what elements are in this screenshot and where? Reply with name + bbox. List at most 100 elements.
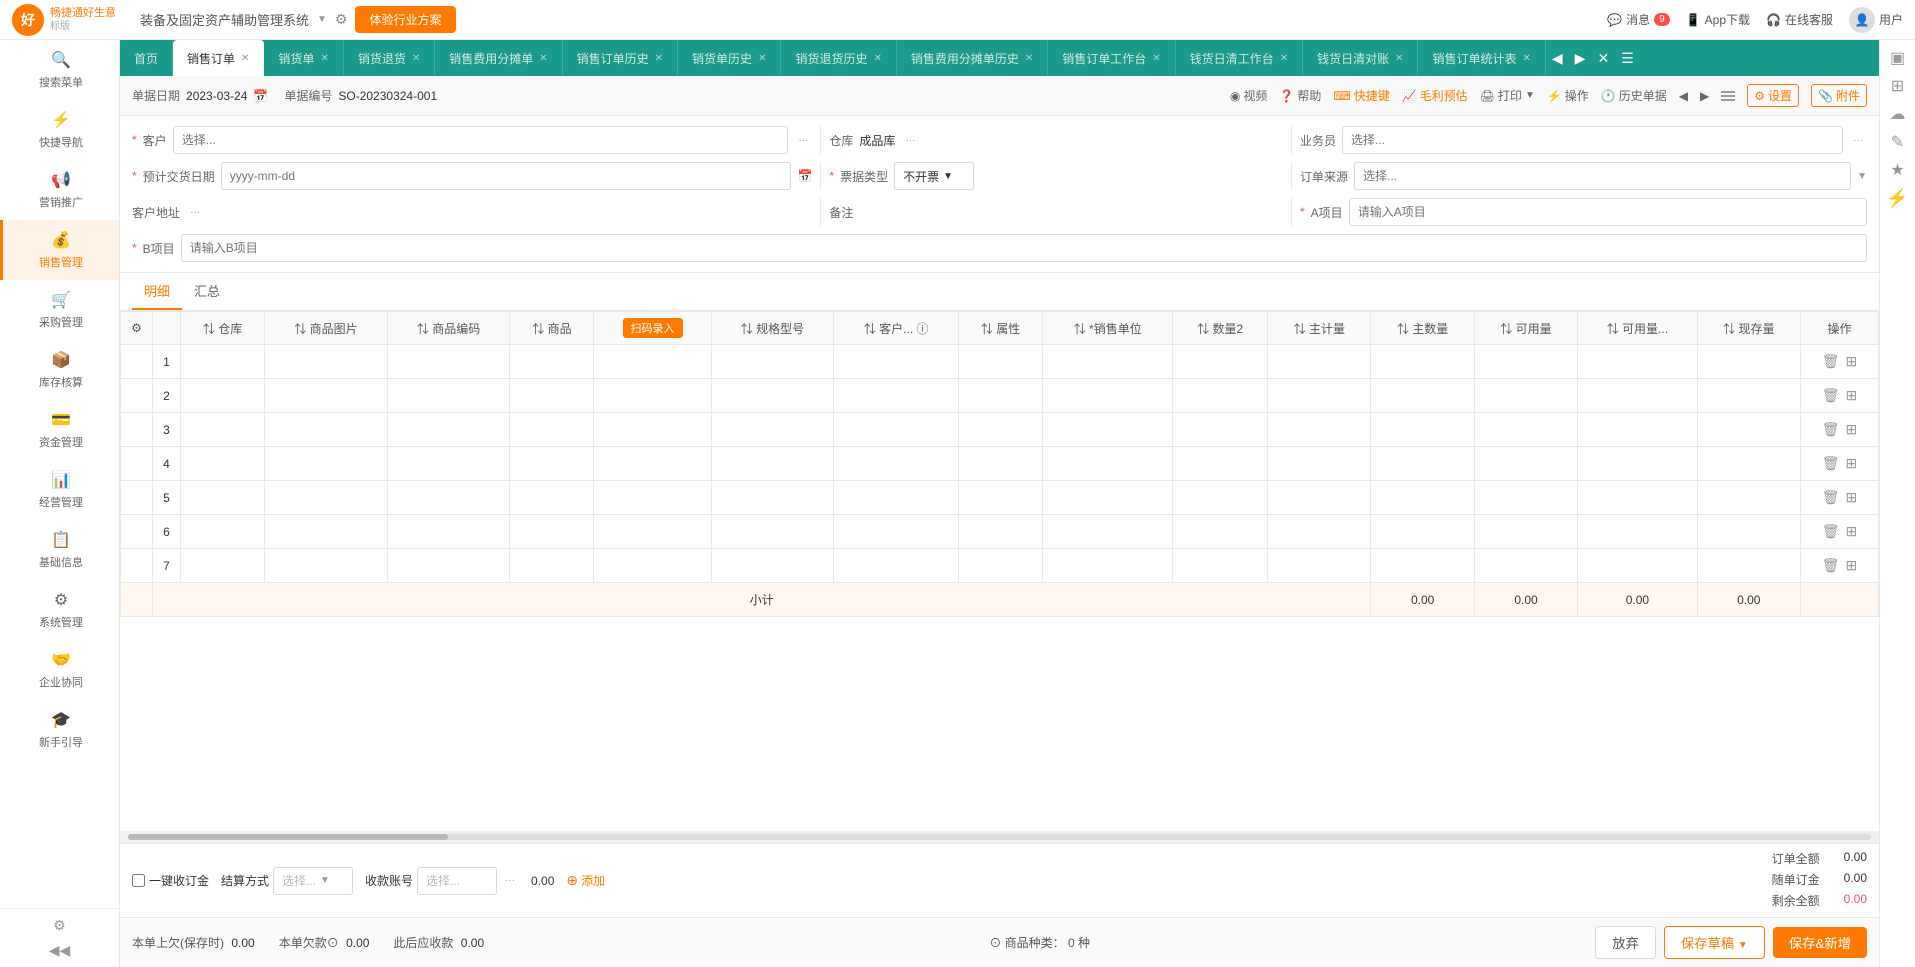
panel-icon-4[interactable]: ✎ bbox=[1891, 132, 1904, 152]
tab-close-all[interactable]: ✕ bbox=[1591, 50, 1615, 67]
close-tab-icon[interactable]: ✕ bbox=[873, 53, 881, 64]
close-tab-icon[interactable]: ✕ bbox=[1395, 53, 1403, 64]
one-key-payment-checkbox[interactable]: 一键收订金 bbox=[132, 872, 209, 889]
add-payment-button[interactable]: ⊕ 添加 bbox=[566, 872, 605, 889]
close-tab-icon[interactable]: ✕ bbox=[241, 53, 249, 64]
close-tab-icon[interactable]: ✕ bbox=[320, 53, 328, 64]
close-tab-icon[interactable]: ✕ bbox=[1025, 53, 1033, 64]
table-scrollbar[interactable] bbox=[120, 831, 1879, 843]
tab-daily-reconcile[interactable]: 钱货日清对账 ✕ bbox=[1303, 40, 1418, 76]
tab-return-history[interactable]: 销货退货历史 ✕ bbox=[781, 40, 896, 76]
a-project-input[interactable] bbox=[1349, 198, 1867, 226]
sidebar-item-quicknav[interactable]: ⚡ 快捷导航 bbox=[0, 100, 119, 160]
td-unit-2[interactable] bbox=[1043, 379, 1173, 413]
sort-icon[interactable]: ⇅ bbox=[864, 322, 876, 336]
td-code-3[interactable] bbox=[387, 413, 510, 447]
td-main-qty-3[interactable] bbox=[1371, 413, 1474, 447]
copy-row-icon[interactable]: ⊞ bbox=[1846, 489, 1858, 506]
bank-more-btn[interactable]: ··· bbox=[501, 875, 519, 886]
td-warehouse-2[interactable] bbox=[181, 379, 265, 413]
copy-row-icon[interactable]: ⊞ bbox=[1846, 353, 1858, 370]
panel-icon-1[interactable]: ▣ bbox=[1890, 48, 1905, 68]
sidebar-item-purchase[interactable]: 🛒 采购管理 bbox=[0, 280, 119, 340]
delete-row-icon[interactable]: 🗑 bbox=[1822, 557, 1840, 574]
td-warehouse-3[interactable] bbox=[181, 413, 265, 447]
tab-nav-right[interactable]: ▶ bbox=[1569, 50, 1592, 67]
tab-nav-left[interactable]: ◀ bbox=[1546, 50, 1569, 67]
online-service-button[interactable]: 🎧 在线客服 bbox=[1766, 11, 1833, 28]
attachment-button[interactable]: 📎 附件 bbox=[1811, 84, 1867, 107]
nav-next-icon[interactable]: ▶ bbox=[1700, 89, 1709, 103]
tab-order-report[interactable]: 销售订单统计表 ✕ bbox=[1418, 40, 1545, 76]
td-spec-1[interactable] bbox=[711, 345, 834, 379]
grid-view-icon[interactable] bbox=[1721, 91, 1735, 101]
sort-icon[interactable]: ⇅ bbox=[532, 322, 544, 336]
td-qty2-2[interactable] bbox=[1173, 379, 1268, 413]
history-button[interactable]: 🕐 历史单据 bbox=[1601, 87, 1667, 104]
form-settings-button[interactable]: ⚙ 设置 bbox=[1747, 84, 1799, 107]
td-customer-code-3[interactable] bbox=[834, 413, 959, 447]
td-unit-1[interactable] bbox=[1043, 345, 1173, 379]
sort-icon[interactable]: ⇅ bbox=[981, 322, 993, 336]
delivery-calendar-icon[interactable]: 📅 bbox=[797, 169, 812, 183]
tab-detail[interactable]: 明细 bbox=[132, 273, 182, 310]
sidebar-item-inventory[interactable]: 📦 库存核算 bbox=[0, 340, 119, 400]
delivery-date-input[interactable] bbox=[221, 162, 792, 190]
shortcut-button[interactable]: ⌨ 快捷键 bbox=[1333, 87, 1389, 104]
sort-icon[interactable]: ⇅ bbox=[1500, 322, 1512, 336]
td-spec-2[interactable] bbox=[711, 379, 834, 413]
td-customer-code-2[interactable] bbox=[834, 379, 959, 413]
tab-expense-history[interactable]: 销售费用分摊单历史 ✕ bbox=[897, 40, 1048, 76]
sidebar-item-sales[interactable]: 💰 销售管理 bbox=[0, 220, 119, 280]
sidebar-item-finance[interactable]: 💳 资金管理 bbox=[0, 400, 119, 460]
message-button[interactable]: 💬 消息 9 bbox=[1607, 11, 1670, 28]
help-button[interactable]: ❓ 帮助 bbox=[1279, 87, 1321, 104]
user-avatar[interactable]: 👤 用户 bbox=[1849, 7, 1903, 33]
td-main-qty-1[interactable] bbox=[1371, 345, 1474, 379]
close-tab-icon[interactable]: ✕ bbox=[539, 53, 547, 64]
one-key-checkbox-input[interactable] bbox=[132, 874, 145, 887]
td-code-2[interactable] bbox=[387, 379, 510, 413]
delete-row-icon[interactable]: 🗑 bbox=[1822, 455, 1840, 472]
sidebar-item-operations[interactable]: 📊 经营管理 bbox=[0, 460, 119, 520]
settings-bottom-icon[interactable]: ⚙ bbox=[53, 917, 66, 934]
tab-sales-order[interactable]: 销售订单 ✕ bbox=[173, 40, 264, 76]
save-draft-dropdown-icon[interactable]: ▼ bbox=[1738, 940, 1748, 951]
save-draft-button[interactable]: 保存草稿 ▼ bbox=[1664, 926, 1765, 959]
close-tab-icon[interactable]: ✕ bbox=[412, 53, 420, 64]
scan-button[interactable]: 扫码录入 bbox=[623, 318, 683, 338]
sort-icon[interactable]: ⇅ bbox=[1197, 322, 1209, 336]
sort-icon[interactable]: ⇅ bbox=[741, 322, 753, 336]
print-button[interactable]: 🖨 打印 ▼ bbox=[1480, 87, 1535, 104]
close-tab-icon[interactable]: ✕ bbox=[655, 53, 663, 64]
view-button[interactable]: ◉ 视频 bbox=[1230, 87, 1268, 104]
sort-icon[interactable]: ⇅ bbox=[203, 322, 215, 336]
td-main-qty-2[interactable] bbox=[1371, 379, 1474, 413]
sidebar-item-search[interactable]: 🔍 搜索菜单 bbox=[0, 40, 119, 100]
copy-row-icon[interactable]: ⊞ bbox=[1846, 557, 1858, 574]
sidebar-item-system[interactable]: ⚙ 系统管理 bbox=[0, 580, 119, 640]
copy-row-icon[interactable]: ⊞ bbox=[1846, 387, 1858, 404]
nav-prev-icon[interactable]: ◀ bbox=[1679, 89, 1688, 103]
col-settings-icon[interactable]: ⚙ bbox=[131, 321, 142, 335]
b-project-input[interactable] bbox=[181, 234, 1867, 262]
tab-home[interactable]: 首页 bbox=[120, 40, 173, 76]
tab-invoice-history[interactable]: 销货单历史 ✕ bbox=[678, 40, 781, 76]
sort-icon[interactable]: ⇅ bbox=[1723, 322, 1735, 336]
save-new-button[interactable]: 保存&新增 bbox=[1773, 927, 1867, 958]
invoice-type-select[interactable]: 不开票 ▼ bbox=[894, 162, 974, 190]
tab-order-workbench[interactable]: 销售订单工作台 ✕ bbox=[1048, 40, 1175, 76]
tab-summary[interactable]: 汇总 bbox=[182, 273, 232, 310]
sort-icon[interactable]: ⇅ bbox=[1397, 322, 1409, 336]
scroll-thumb[interactable] bbox=[128, 834, 448, 840]
td-product-2[interactable] bbox=[510, 379, 594, 413]
delete-row-icon[interactable]: 🗑 bbox=[1822, 387, 1840, 404]
salesperson-input[interactable] bbox=[1342, 126, 1843, 154]
close-tab-icon[interactable]: ✕ bbox=[1280, 53, 1288, 64]
td-qty2-1[interactable] bbox=[1173, 345, 1268, 379]
panel-icon-3[interactable]: ☁ bbox=[1890, 104, 1906, 124]
td-attr-2[interactable] bbox=[959, 379, 1043, 413]
td-code-1[interactable] bbox=[387, 345, 510, 379]
td-product-1[interactable] bbox=[510, 345, 594, 379]
address-more-btn[interactable]: ··· bbox=[186, 207, 204, 218]
